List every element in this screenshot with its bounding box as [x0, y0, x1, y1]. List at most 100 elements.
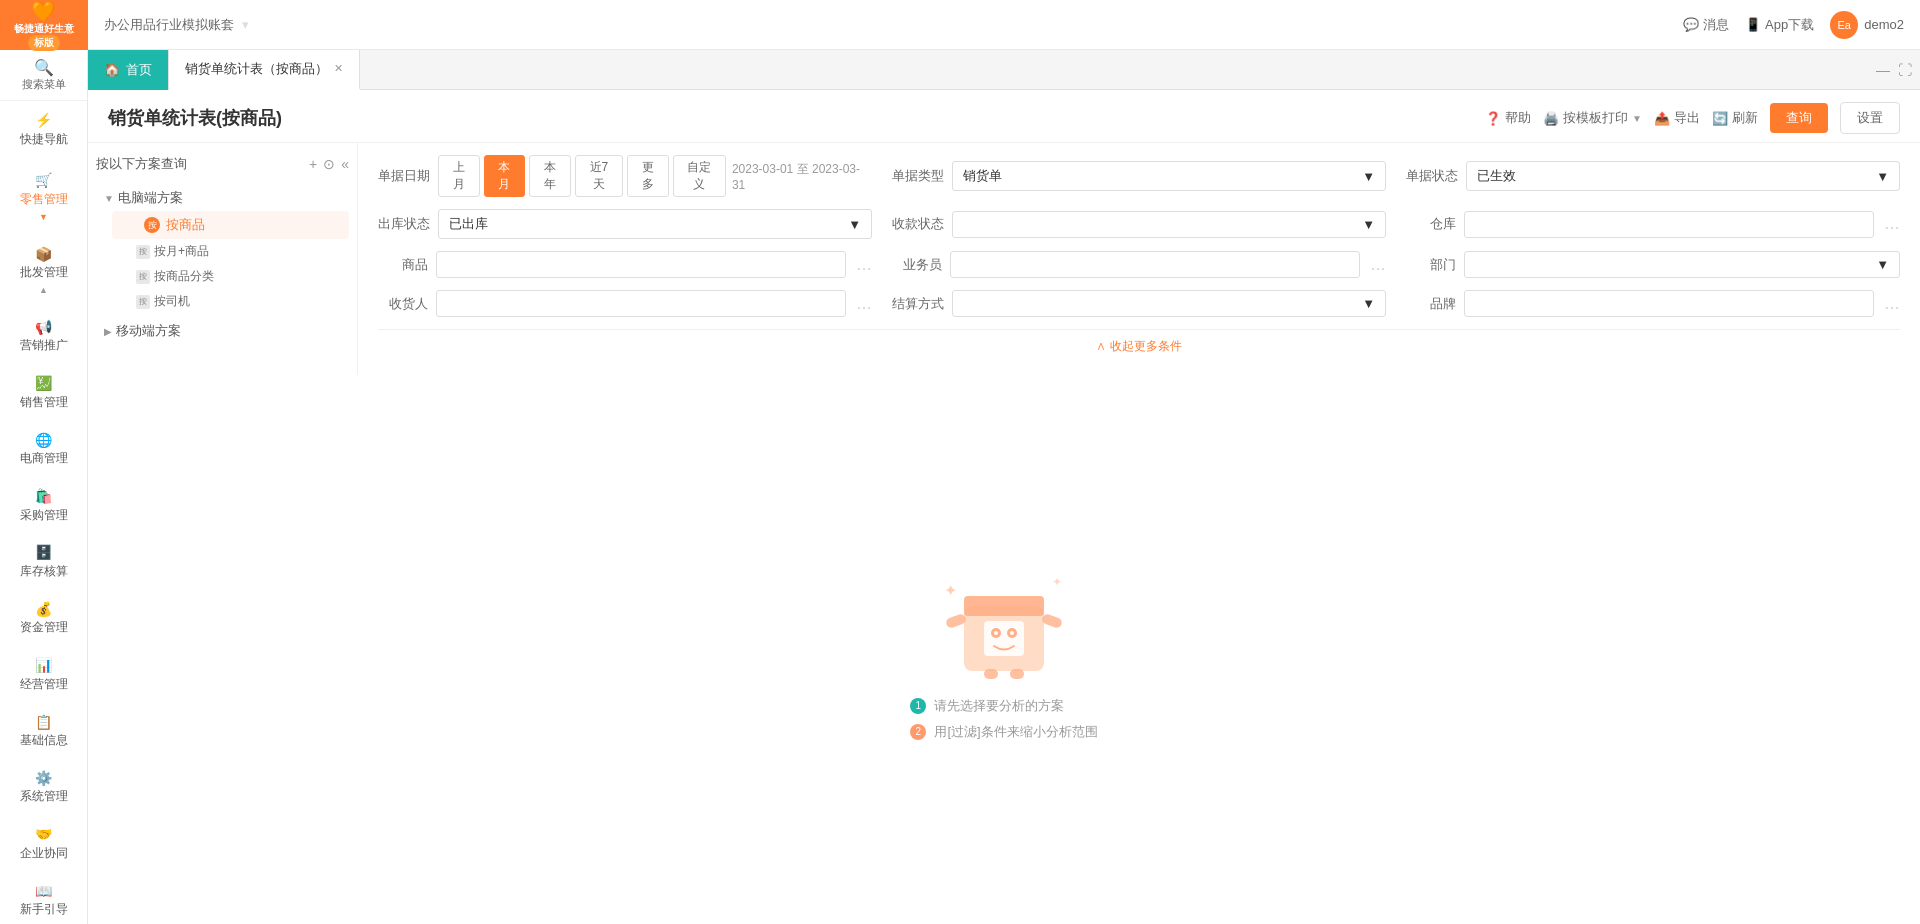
payment-status-control: ▼: [952, 211, 1386, 238]
date-btn-last-month[interactable]: 上月: [438, 155, 480, 197]
empty-step-2: 2 用[过滤]条件来缩小分析范围: [910, 723, 1097, 741]
settings-scheme-icon[interactable]: ⊙: [323, 156, 335, 172]
settlement-label: 结算方式: [892, 295, 944, 313]
doc-type-select[interactable]: 销货单 ▼: [952, 161, 1386, 191]
refresh-button[interactable]: 🔄 刷新: [1712, 109, 1758, 127]
page-title: 销货单统计表(按商品): [108, 106, 282, 130]
sidebar-item-ecommerce[interactable]: 🌐 电商管理: [0, 421, 87, 477]
salesman-input[interactable]: [950, 251, 1360, 278]
svg-rect-2: [984, 621, 1024, 656]
retail-label: 零售管理: [4, 191, 83, 208]
scheme-group-mobile: ▶ 移动端方案: [96, 318, 349, 344]
sidebar-item-purchase[interactable]: 🛍️ 采购管理: [0, 477, 87, 533]
brand-input[interactable]: [1464, 290, 1874, 317]
settings-button[interactable]: 设置: [1840, 102, 1900, 134]
collapse-arrow-icon: ∧: [1096, 339, 1109, 353]
sidebar-item-wholesale[interactable]: 📦 批发管理 ▲: [0, 235, 87, 308]
tab-sales-stat[interactable]: 销货单统计表（按商品） ✕: [169, 50, 360, 90]
scheme-group-mobile-header[interactable]: ▶ 移动端方案: [96, 318, 349, 344]
left-panel-header: 按以下方案查询 + ⊙ «: [96, 155, 349, 173]
brand-label: 品牌: [1406, 295, 1456, 313]
filter-row-1: 单据日期 上月 本月 本年 近7天 更多 自定义 2023-03-01 至 20…: [378, 155, 1900, 197]
scheme-item-by-category[interactable]: 按 按商品分类: [112, 264, 349, 289]
user-info[interactable]: Ea demo2: [1830, 11, 1904, 39]
svg-rect-1: [964, 596, 1044, 616]
username-label: demo2: [1864, 17, 1904, 32]
message-label: 消息: [1703, 16, 1729, 34]
query-button[interactable]: 查询: [1770, 103, 1828, 133]
goods-control: …: [436, 251, 872, 278]
date-btn-custom[interactable]: 自定义: [673, 155, 726, 197]
scheme-item-by-month-goods[interactable]: 按 按月+商品: [112, 239, 349, 264]
add-scheme-icon[interactable]: +: [309, 156, 317, 172]
doc-status-arrow-icon: ▼: [1876, 169, 1889, 184]
app-download-button[interactable]: 📱 App下载: [1745, 16, 1814, 34]
settlement-select[interactable]: ▼: [952, 290, 1386, 317]
doc-status-select[interactable]: 已生效 ▼: [1466, 161, 1900, 191]
brand-picker-icon[interactable]: …: [1884, 295, 1900, 313]
minimize-icon[interactable]: —: [1876, 62, 1890, 78]
sidebar-item-finance[interactable]: 💰 资金管理: [0, 590, 87, 646]
date-btn-last7days[interactable]: 近7天: [575, 155, 623, 197]
filter-payment-status: 收款状态 ▼: [892, 211, 1386, 238]
date-buttons: 上月 本月 本年 近7天 更多 自定义: [438, 155, 726, 197]
sidebar-item-retail[interactable]: 🛒 零售管理 ▼: [0, 161, 87, 234]
storage-picker-icon[interactable]: …: [1884, 215, 1900, 233]
scheme-item-by-driver[interactable]: 按 按司机: [112, 289, 349, 314]
filter-brand: 品牌 …: [1406, 290, 1900, 317]
collapse-label: 收起更多条件: [1110, 339, 1182, 353]
sidebar-item-basicinfo[interactable]: 📋 基础信息: [0, 703, 87, 759]
collapse-panel-icon[interactable]: «: [341, 156, 349, 172]
scheme-group-desktop-header[interactable]: ▼ 电脑端方案: [96, 185, 349, 211]
tab-home[interactable]: 🏠 首页: [88, 50, 169, 90]
filter-date: 单据日期 上月 本月 本年 近7天 更多 自定义 2023-03-01 至 20…: [378, 155, 872, 197]
sidebar-item-inventory[interactable]: 🗄️ 库存核算: [0, 533, 87, 589]
help-button[interactable]: ❓ 帮助: [1485, 109, 1531, 127]
sidebar-item-sysmanage[interactable]: ⚙️ 系统管理: [0, 759, 87, 815]
sidebar-item-operations[interactable]: 📊 经营管理: [0, 646, 87, 702]
dept-control: ▼: [1464, 251, 1900, 278]
filter-row-3: 商品 … 业务员 … 部门: [378, 251, 1900, 278]
template-print-button[interactable]: 🖨️ 按模板打印 ▼: [1543, 109, 1642, 127]
payment-status-select[interactable]: ▼: [952, 211, 1386, 238]
empty-steps: 1 请先选择要分析的方案 2 用[过滤]条件来缩小分析范围: [910, 697, 1097, 749]
step1-text: 请先选择要分析的方案: [934, 697, 1064, 715]
receiver-control: …: [436, 290, 872, 317]
sep: ▾: [242, 17, 249, 32]
warehouse-status-select[interactable]: 已出库 ▼: [438, 209, 872, 239]
warehouse-status-arrow-icon: ▼: [848, 217, 861, 232]
app-download-label: App下载: [1765, 16, 1814, 34]
export-button[interactable]: 📤 导出: [1654, 109, 1700, 127]
app-sub: 标版: [28, 35, 60, 51]
scheme-sub-icon-3: 按: [136, 295, 150, 309]
maximize-icon[interactable]: ⛶: [1898, 62, 1912, 78]
sidebar-item-quicknav[interactable]: ⚡ 快捷导航: [0, 101, 87, 157]
sidebar-item-marketing[interactable]: 📢 营销推广: [0, 308, 87, 364]
dept-select[interactable]: ▼: [1464, 251, 1900, 278]
scheme-active-icon: 按: [144, 217, 160, 233]
basicinfo-label: 基础信息: [4, 732, 83, 749]
sidebar-search[interactable]: 🔍 搜索菜单: [0, 50, 87, 101]
message-button[interactable]: 💬 消息: [1683, 16, 1729, 34]
receiver-picker-icon[interactable]: …: [856, 295, 872, 313]
date-btn-this-month[interactable]: 本月: [484, 155, 526, 197]
tab-close-icon[interactable]: ✕: [334, 62, 343, 75]
salesman-picker-icon[interactable]: …: [1370, 256, 1386, 274]
doc-status-value: 已生效: [1477, 167, 1516, 185]
collapse-bar[interactable]: ∧ 收起更多条件: [378, 329, 1900, 363]
receiver-input[interactable]: [436, 290, 846, 317]
right-filter-panel: 单据日期 上月 本月 本年 近7天 更多 自定义 2023-03-01 至 20…: [358, 143, 1920, 375]
sidebar-item-cooperation[interactable]: 🤝 企业协同: [0, 815, 87, 871]
doc-type-value: 销货单: [963, 167, 1002, 185]
scheme-item-by-goods[interactable]: 按 按商品: [112, 211, 349, 239]
date-btn-this-year[interactable]: 本年: [529, 155, 571, 197]
goods-input[interactable]: [436, 251, 846, 278]
date-btn-more[interactable]: 更多: [627, 155, 669, 197]
goods-picker-icon[interactable]: …: [856, 256, 872, 274]
doc-type-arrow-icon: ▼: [1362, 169, 1375, 184]
payment-status-label: 收款状态: [892, 215, 944, 233]
sidebar-item-sales[interactable]: 💹 销售管理: [0, 364, 87, 420]
sidebar-item-guide[interactable]: 📖 新手引导: [0, 872, 87, 924]
storage-input[interactable]: [1464, 211, 1874, 238]
step2-num: 2: [910, 724, 926, 740]
